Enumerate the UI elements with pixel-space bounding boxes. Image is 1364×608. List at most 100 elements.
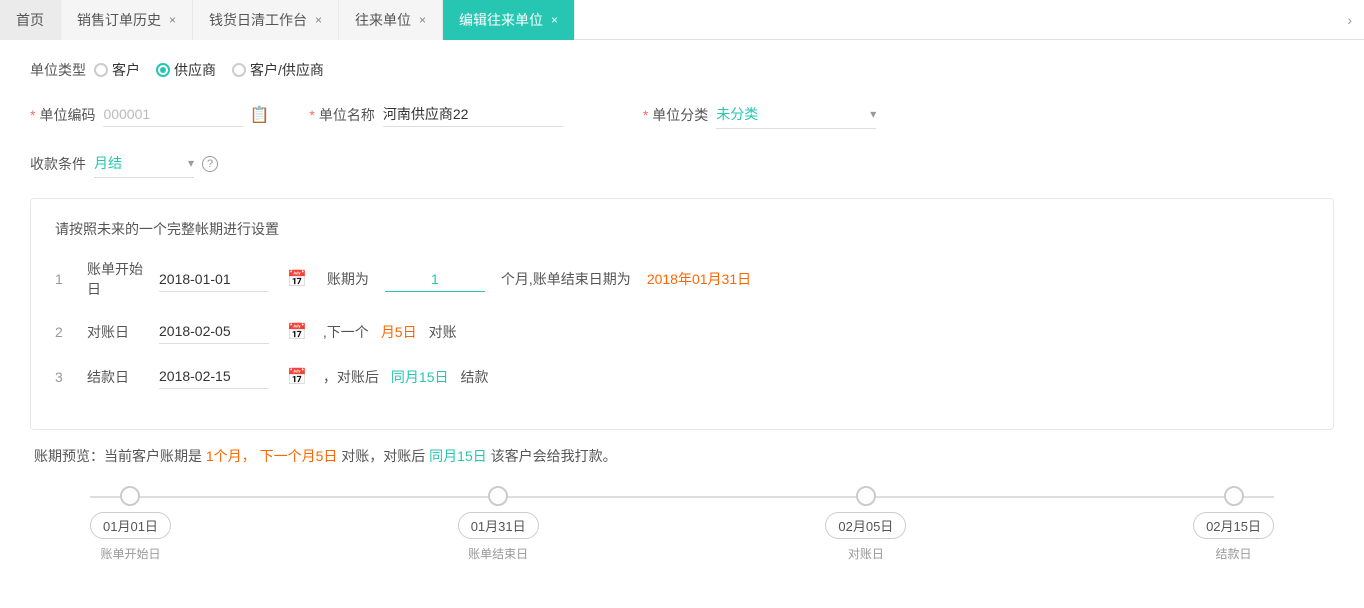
radio-both-label: 客户/供应商 [250,60,324,80]
unit-category-field: * 单位分类 未分类 ▾ [643,100,876,129]
preview-text: 账期预览：当前客户账期是 1个月， 下一个月5日 对账，对账后 同月15日 该客… [30,446,1334,466]
period-end-date-highlight: 2018年01月31日 [647,269,751,289]
tab-cash-work-label: 钱货日清工作台 [209,10,307,30]
tab-more-button[interactable]: › [1335,0,1364,40]
timeline-badge-3: 02月05日 [825,512,906,539]
period-row-3-prefix: ，对账后 [323,367,379,387]
tab-partner[interactable]: 往来单位 × [339,0,443,40]
payment-term-value: 月结 [94,153,180,173]
unit-type-field: 单位类型 客户 供应商 客户/供应商 [30,60,324,80]
timeline-dot-2 [488,486,508,506]
unit-name-input[interactable] [383,102,563,127]
tab-sales-history-label: 销售订单历史 [77,10,161,30]
payment-term-select[interactable]: 月结 ▾ [94,149,194,178]
radio-supplier-label: 供应商 [174,60,216,80]
period-row-1-suffix: 个月,账单结束日期为 [501,269,631,289]
unit-code-input[interactable] [103,102,243,127]
radio-both[interactable]: 客户/供应商 [232,60,324,80]
unit-name-field: * 单位名称 [309,102,562,127]
timeline-node-1: 01月01日 账单开始日 [90,486,171,562]
tab-bar: 首页 销售订单历史 × 钱货日清工作台 × 往来单位 × 编辑往来单位 × › [0,0,1364,40]
tab-sales-history-close[interactable]: × [169,13,176,27]
timeline-node-4: 02月15日 结款日 [1193,486,1274,562]
period-row-2-suffix: 对账 [429,322,457,342]
preview-suffix: 该客户会给我打款。 [491,448,617,464]
main-content: 单位类型 客户 供应商 客户/供应商 * 单位编码 [0,40,1364,608]
unit-category-select[interactable]: 未分类 ▾ [716,100,876,129]
period-row-2-num: 2 [55,324,75,340]
timeline-nodes: 01月01日 账单开始日 01月31日 账单结束日 02月05日 对账日 02月… [90,486,1274,562]
payment-term-label: 收款条件 [30,154,86,174]
unit-name-required: * [309,107,314,123]
period-box-title: 请按照未来的一个完整帐期进行设置 [55,219,1309,239]
unit-code-label: 单位编码 [39,105,95,125]
radio-group-unit-type: 客户 供应商 客户/供应商 [94,60,324,80]
radio-customer-label: 客户 [112,60,140,80]
period-row-1-prefix: 账期为 [327,269,369,289]
preview-middle: 对账，对账后 [341,448,429,464]
period-row-2-label: 对账日 [87,322,147,342]
unit-code-icon[interactable]: 📋 [249,105,269,125]
unit-category-arrow-icon: ▾ [870,107,876,121]
tab-home-label: 首页 [16,10,44,30]
period-row-3-num: 3 [55,369,75,385]
unit-name-label: 单位名称 [319,105,375,125]
radio-supplier[interactable]: 供应商 [156,60,216,80]
timeline-dot-1 [120,486,140,506]
radio-both-circle [232,63,246,77]
timeline-label-4: 结款日 [1216,545,1252,562]
unit-type-label: 单位类型 [30,60,86,80]
tab-home[interactable]: 首页 [0,0,61,40]
timeline-container: 01月01日 账单开始日 01月31日 账单结束日 02月05日 对账日 02月… [30,486,1334,562]
payment-term-field: 收款条件 月结 ▾ ? [30,149,218,178]
unit-info-row: * 单位编码 📋 * 单位名称 * 单位分类 未分类 ▾ [30,100,1334,129]
payment-term-row: 收款条件 月结 ▾ ? [30,149,1334,178]
help-icon[interactable]: ? [202,156,218,172]
tab-partner-close[interactable]: × [419,13,426,27]
period-reconcile-calendar-icon[interactable]: 📅 [287,322,307,342]
period-row-2: 2 对账日 📅 ,下一个 月5日 对账 [55,319,1309,344]
period-payment-calendar-icon[interactable]: 📅 [287,367,307,387]
period-row-3-highlight: 同月15日 [391,367,449,387]
tab-edit-partner-close[interactable]: × [551,13,558,27]
period-row-3-suffix: 结款 [461,367,489,387]
timeline-node-3: 02月05日 对账日 [825,486,906,562]
payment-term-arrow-icon: ▾ [188,156,194,170]
tab-edit-partner-label: 编辑往来单位 [459,10,543,30]
period-row-1: 1 账单开始日 📅 账期为 个月,账单结束日期为 2018年01月31日 [55,259,1309,299]
preview-prefix: 账期预览：当前客户账期是 [34,448,202,464]
period-row-1-num: 1 [55,271,75,287]
period-reconcile-date-input[interactable] [159,319,269,344]
preview-highlight-1: 1个月， [206,448,256,464]
period-row-1-label: 账单开始日 [87,259,147,299]
timeline-label-2: 账单结束日 [468,545,528,562]
timeline-badge-2: 01月31日 [458,512,539,539]
tab-partner-label: 往来单位 [355,10,411,30]
tab-cash-work[interactable]: 钱货日清工作台 × [193,0,339,40]
unit-code-field: * 单位编码 📋 [30,102,269,127]
timeline-dot-4 [1224,486,1244,506]
tab-edit-partner[interactable]: 编辑往来单位 × [443,0,575,40]
timeline-label-3: 对账日 [848,545,884,562]
timeline-badge-4: 02月15日 [1193,512,1274,539]
period-start-date-input[interactable] [159,267,269,292]
tab-cash-work-close[interactable]: × [315,13,322,27]
tab-sales-history[interactable]: 销售订单历史 × [61,0,193,40]
timeline-dot-3 [856,486,876,506]
unit-category-label: 单位分类 [652,105,708,125]
unit-category-required: * [643,107,648,123]
preview-highlight-2: 下一个月5日 [260,448,338,464]
unit-type-row: 单位类型 客户 供应商 客户/供应商 [30,60,1334,80]
timeline-node-2: 01月31日 账单结束日 [458,486,539,562]
period-months-input[interactable] [385,267,485,292]
period-payment-date-input[interactable] [159,364,269,389]
period-box: 请按照未来的一个完整帐期进行设置 1 账单开始日 📅 账期为 个月,账单结束日期… [30,198,1334,430]
period-row-3: 3 结款日 📅 ，对账后 同月15日 结款 [55,364,1309,389]
period-row-3-label: 结款日 [87,367,147,387]
timeline-badge-1: 01月01日 [90,512,171,539]
radio-supplier-circle [156,63,170,77]
period-start-calendar-icon[interactable]: 📅 [287,269,307,289]
radio-customer[interactable]: 客户 [94,60,140,80]
unit-code-required: * [30,107,35,123]
timeline-label-1: 账单开始日 [100,545,160,562]
